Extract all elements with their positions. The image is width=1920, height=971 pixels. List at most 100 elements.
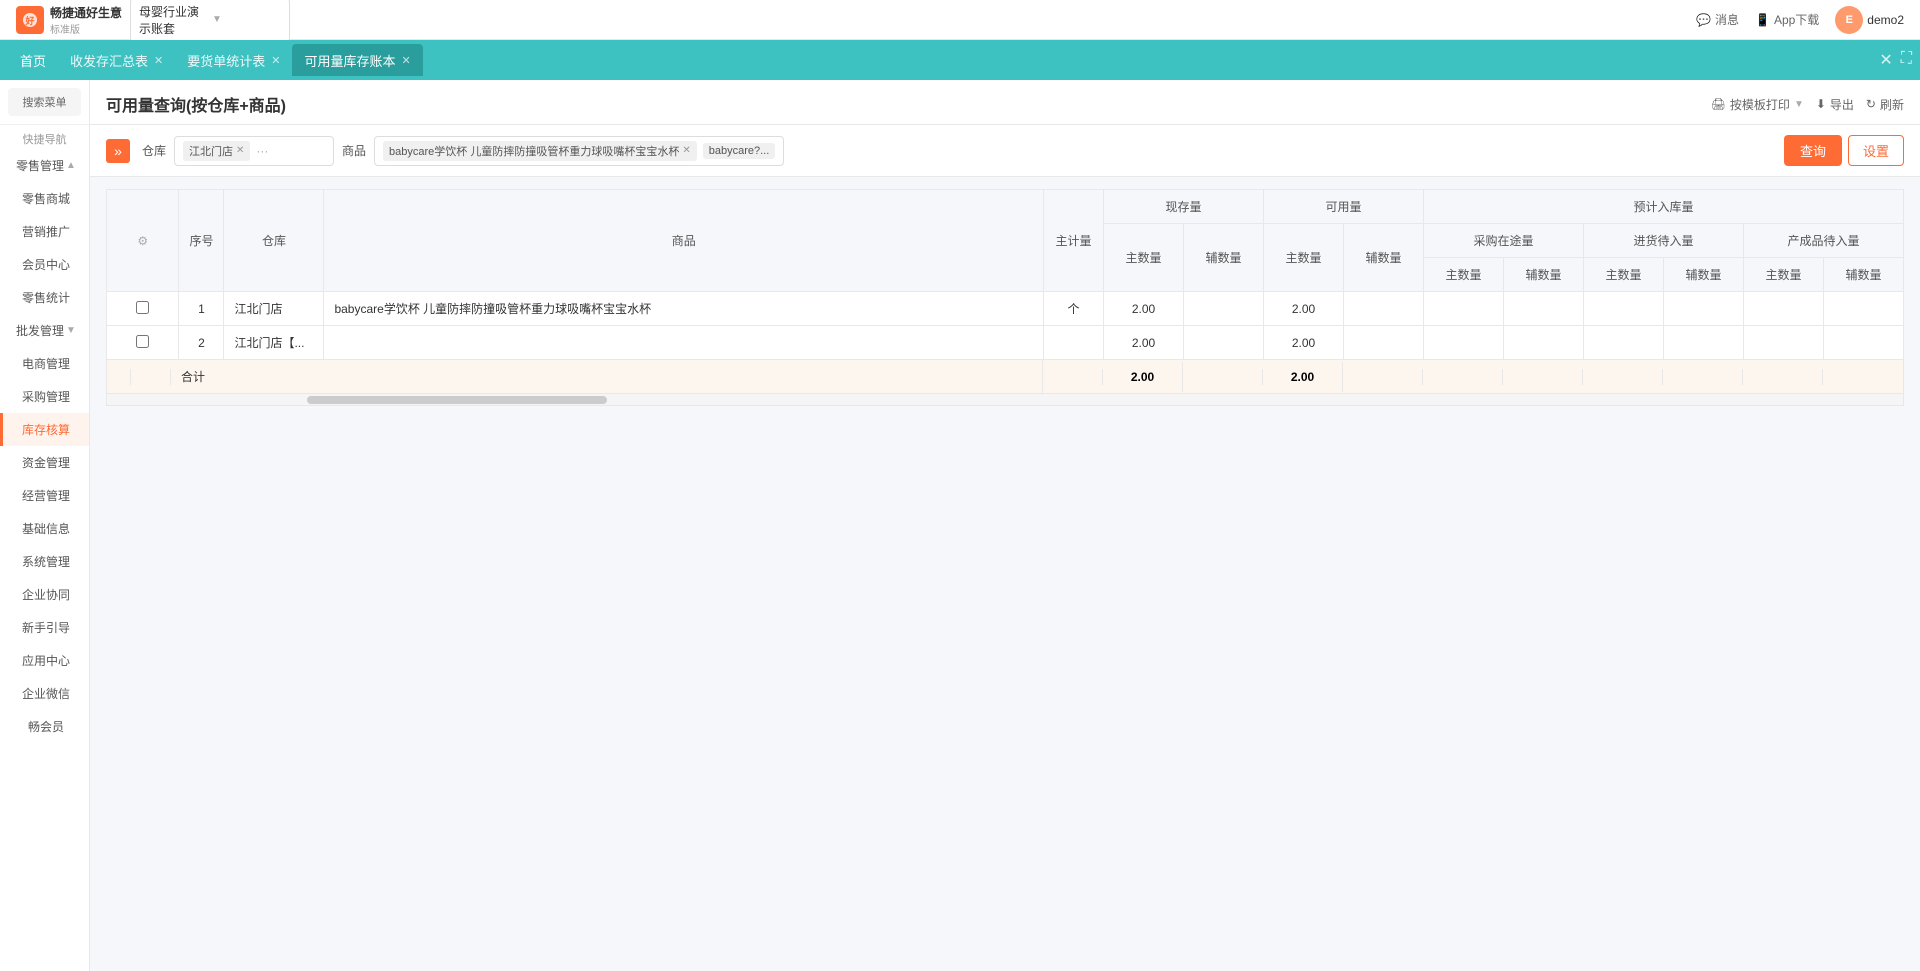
table-footer: 合计 2.00 2.00 [106, 360, 1904, 394]
sidebar-item-inventory[interactable]: 库存核算 [0, 413, 89, 446]
sidebar-item-newbie[interactable]: 新手引导 [0, 611, 89, 644]
col-stock-group-header: 现存量 [1104, 190, 1264, 224]
col-planned-group-header: 预计入库量 [1424, 190, 1904, 224]
export-label: 导出 [1830, 96, 1854, 113]
footer-production-main [1743, 369, 1823, 385]
sidebar-item-retail-store[interactable]: 零售商城 [0, 182, 89, 215]
product-tag1-remove[interactable]: ✕ [682, 145, 690, 156]
footer-purchase-aux [1503, 369, 1583, 385]
row-production-pending-main-0 [1744, 292, 1824, 326]
sidebar-item-app-center[interactable]: 应用中心 [0, 644, 89, 677]
refresh-label: 刷新 [1880, 96, 1904, 113]
sidebar-item-finance[interactable]: 资金管理 [0, 446, 89, 479]
nav-right-buttons: ✕ ⛶ [1879, 50, 1912, 70]
logo-sub-text: 标准版 [50, 21, 122, 36]
sidebar-item-retail[interactable]: 零售管理 ▲ [0, 149, 89, 182]
product-filter-input[interactable]: babycare学饮杯 儿童防摔防撞吸管杯重力球吸嘴杯宝宝水杯 ✕ babyca… [374, 136, 784, 166]
logo-text-area: 畅捷通好生意 标准版 [50, 4, 122, 36]
sidebar-item-enterprise-label: 企业协同 [22, 586, 70, 603]
app-download-action[interactable]: 📱 App下载 [1755, 11, 1819, 28]
filter-toggle-button[interactable]: » [106, 139, 130, 163]
page-title: 可用量查询(按仓库+商品) [106, 92, 286, 116]
product-filter-label: 商品 [342, 142, 366, 159]
table-settings-icon[interactable]: ⚙ [137, 234, 148, 248]
sidebar: 搜索菜单 快捷导航 零售管理 ▲ 零售商城 营销推广 会员中心 零售统计 批发管… [0, 80, 90, 971]
sidebar-item-member-plus[interactable]: 畅会员 [0, 710, 89, 743]
footer-inbound-main [1583, 369, 1663, 385]
sidebar-item-marketing[interactable]: 营销推广 [0, 215, 89, 248]
col-settings-header[interactable]: ⚙ [107, 190, 179, 292]
col-inbound-pending-main-header: 主数量 [1584, 258, 1664, 292]
sidebar-item-member[interactable]: 会员中心 [0, 248, 89, 281]
tab-available-inventory[interactable]: 可用量库存账本 ✕ [292, 44, 422, 76]
row-no-1: 2 [179, 326, 224, 360]
row-unit-1 [1044, 326, 1104, 360]
message-action[interactable]: 💬 消息 [1696, 11, 1739, 28]
refresh-button[interactable]: ↻ 刷新 [1866, 96, 1904, 113]
template-print-button[interactable]: 🖨 按模板打印 ▼ [1711, 96, 1804, 113]
sidebar-item-enterprise-wechat-label: 企业微信 [22, 685, 70, 702]
sidebar-item-purchase[interactable]: 采购管理 [0, 380, 89, 413]
nav-tabs: 首页 收发存汇总表 ✕ 要货单统计表 ✕ 可用量库存账本 ✕ ✕ ⛶ [0, 40, 1920, 80]
warehouse-tag-remove[interactable]: ✕ [236, 145, 244, 156]
store-selector[interactable]: 母婴行业演示账套 ▼ [130, 0, 290, 42]
sidebar-item-basic-label: 基础信息 [22, 520, 70, 537]
sidebar-item-enterprise-wechat[interactable]: 企业微信 [0, 677, 89, 710]
warehouse-tag: 江北门店 ✕ [183, 141, 250, 161]
query-button[interactable]: 查询 [1784, 135, 1842, 166]
col-purchase-transit-main-header: 主数量 [1424, 258, 1504, 292]
sidebar-item-system[interactable]: 系统管理 [0, 545, 89, 578]
filter-row: 仓库 江北门店 ✕ ··· 商品 babycare学饮杯 儿童防摔防撞吸管杯重力… [142, 136, 1772, 166]
footer-unit [1043, 369, 1103, 385]
tab-order-stats[interactable]: 要货单统计表 ✕ [175, 44, 292, 76]
row-production-pending-aux-1 [1824, 326, 1904, 360]
top-bar: 好 畅捷通好生意 标准版 母婴行业演示账套 ▼ 💬 消息 📱 App下载 E d… [0, 0, 1920, 40]
warehouse-ellipsis[interactable]: ··· [256, 144, 268, 158]
product-tag1: babycare学饮杯 儿童防摔防撞吸管杯重力球吸嘴杯宝宝水杯 ✕ [383, 141, 697, 161]
footer-spacer-settings [107, 369, 131, 385]
username-label: demo2 [1867, 13, 1904, 27]
sidebar-item-inventory-label: 库存核算 [22, 421, 70, 438]
sidebar-item-finance-label: 资金管理 [22, 454, 70, 471]
expand-icon[interactable]: ⛶ [1901, 50, 1912, 70]
sidebar-item-ecommerce[interactable]: 电商管理 [0, 347, 89, 380]
row-available-main-0: 2.00 [1264, 292, 1344, 326]
row-stock-main-0: 2.00 [1104, 292, 1184, 326]
sidebar-item-retail-stats[interactable]: 零售统计 [0, 281, 89, 314]
row-stock-aux-0 [1184, 292, 1264, 326]
col-available-group-header: 可用量 [1264, 190, 1424, 224]
print-icon: 🖨 [1711, 97, 1726, 111]
sidebar-item-basic[interactable]: 基础信息 [0, 512, 89, 545]
scrollbar-thumb[interactable] [307, 396, 607, 404]
sidebar-item-purchase-label: 采购管理 [22, 388, 70, 405]
sidebar-item-operations[interactable]: 经营管理 [0, 479, 89, 512]
export-button[interactable]: ⬇ 导出 [1816, 96, 1854, 113]
close-window-icon[interactable]: ✕ [1879, 50, 1892, 70]
row-checkbox-0[interactable] [136, 301, 149, 314]
search-menu-button[interactable]: 搜索菜单 [8, 88, 81, 116]
warehouse-filter-input[interactable]: 江北门店 ✕ ··· [174, 136, 334, 166]
col-unit-header: 主计量 [1044, 190, 1104, 292]
user-action[interactable]: E demo2 [1835, 6, 1904, 34]
page-header: 可用量查询(按仓库+商品) 🖨 按模板打印 ▼ ⬇ 导出 ↻ 刷新 [90, 80, 1920, 125]
tab-receipts[interactable]: 收发存汇总表 ✕ [58, 44, 175, 76]
settings-button[interactable]: 设置 [1848, 135, 1904, 166]
row-check-1[interactable] [107, 326, 179, 360]
product-tag1-value: babycare学饮杯 儿童防摔防撞吸管杯重力球吸嘴杯宝宝水杯 [389, 143, 679, 159]
sidebar-item-wholesale[interactable]: 批发管理 ▼ [0, 314, 89, 347]
col-purchase-transit-group-header: 采购在途量 [1424, 224, 1584, 258]
tab-home[interactable]: 首页 [8, 44, 58, 76]
tab-receipts-close[interactable]: ✕ [154, 54, 163, 67]
tab-order-stats-close[interactable]: ✕ [271, 54, 280, 67]
tab-available-inventory-close[interactable]: ✕ [402, 54, 411, 67]
row-purchase-transit-main-0 [1424, 292, 1504, 326]
row-check-0[interactable] [107, 292, 179, 326]
col-product-header: 商品 [324, 190, 1044, 292]
row-checkbox-1[interactable] [136, 335, 149, 348]
logo-icon: 好 [16, 6, 44, 34]
sidebar-item-marketing-label: 营销推广 [22, 223, 70, 240]
horizontal-scrollbar[interactable] [106, 394, 1904, 406]
footer-production-aux [1823, 369, 1903, 385]
sidebar-item-enterprise[interactable]: 企业协同 [0, 578, 89, 611]
refresh-icon: ↻ [1866, 97, 1876, 111]
